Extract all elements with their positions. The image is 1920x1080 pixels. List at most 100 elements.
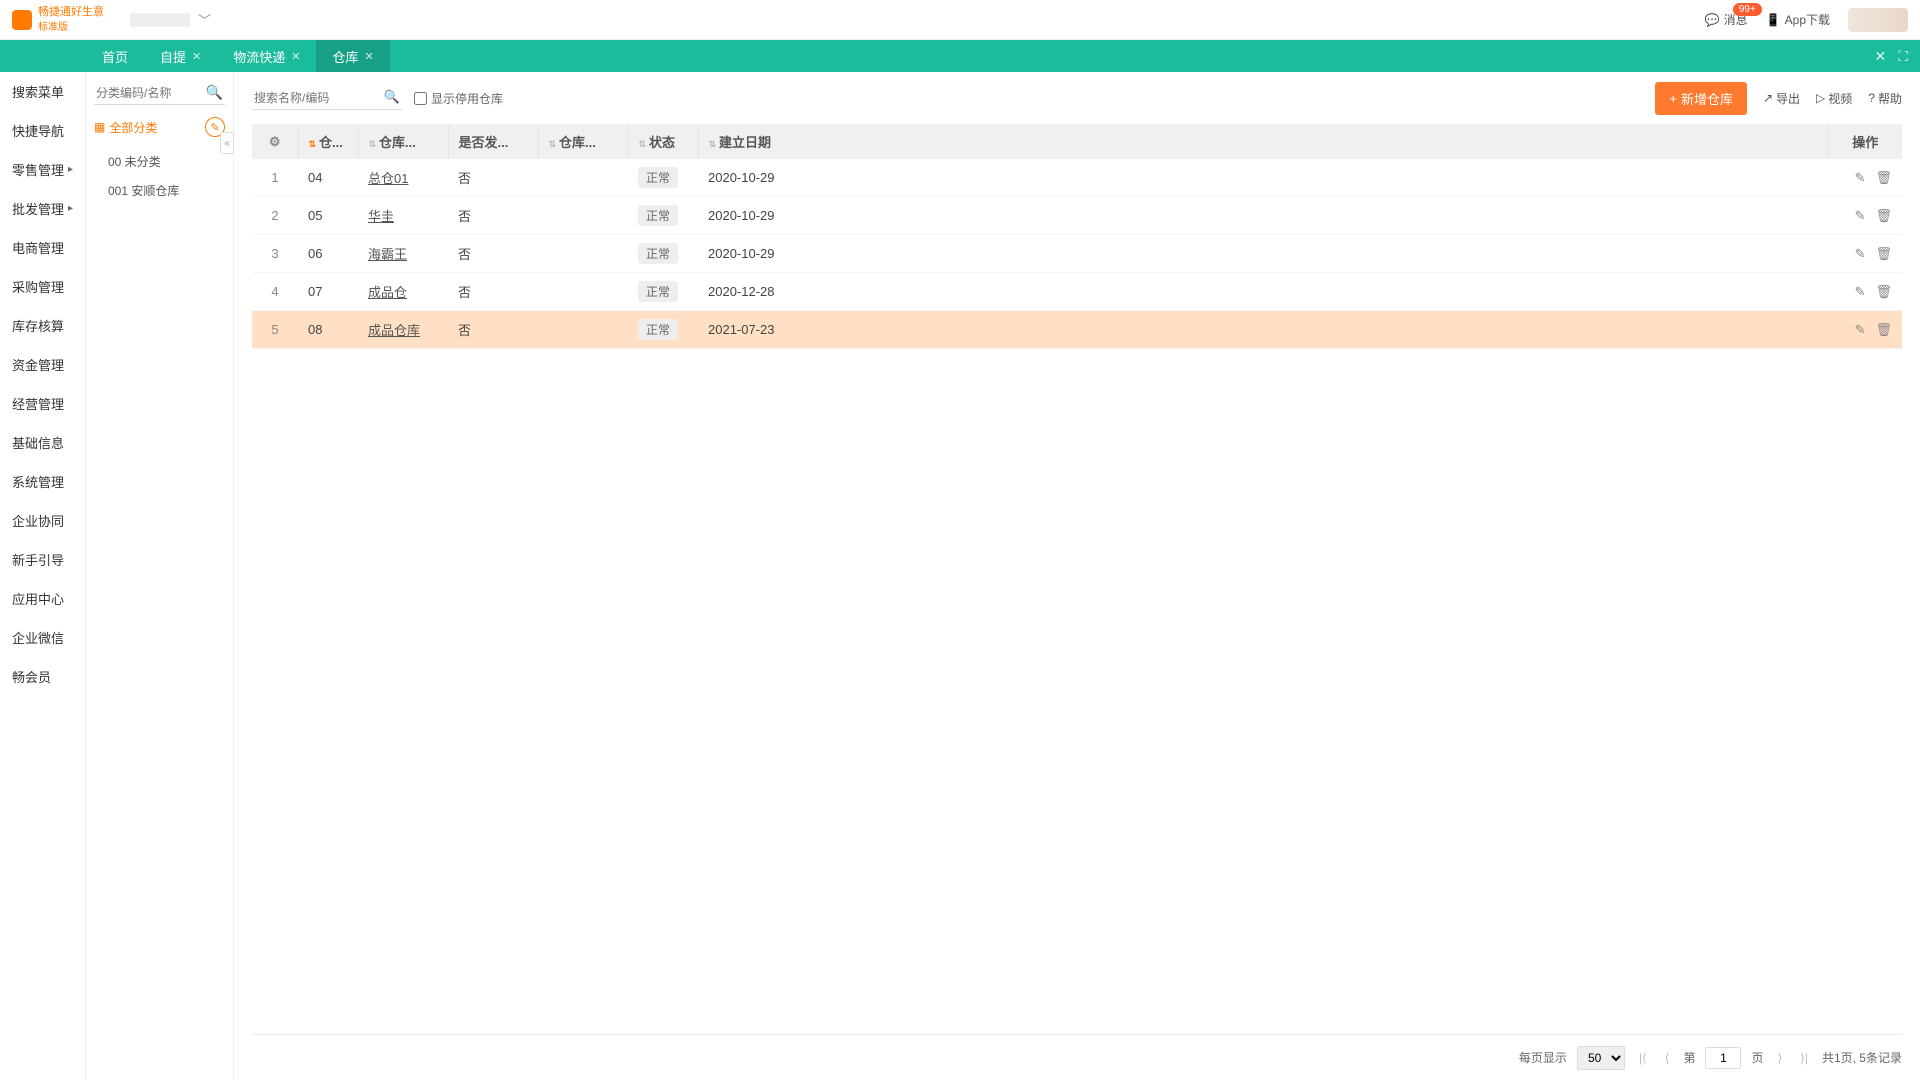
close-icon[interactable]: ✕ <box>365 50 374 63</box>
sort-icon: ⇅ <box>709 139 717 150</box>
sidebar-item-采购管理[interactable]: 采购管理 <box>0 267 85 306</box>
video-button[interactable]: ▷ 视频 <box>1816 90 1852 107</box>
delete-icon[interactable]: 🗑 <box>1875 284 1892 300</box>
cell-index: 5 <box>252 311 298 349</box>
brand-line2: 标准版 <box>38 18 104 33</box>
delete-icon[interactable]: 🗑 <box>1875 170 1892 186</box>
prev-page-button[interactable]: ⟨ <box>1661 1051 1674 1065</box>
warehouse-name-link[interactable]: 成品仓 <box>368 285 407 300</box>
edit-icon[interactable]: ✎ <box>1855 246 1866 262</box>
cell-type <box>538 235 628 273</box>
sidebar-item-label: 资金管理 <box>12 355 64 374</box>
tab-自提[interactable]: 自提✕ <box>144 40 217 72</box>
cell-type <box>538 159 628 197</box>
delete-icon[interactable]: 🗑 <box>1875 322 1892 338</box>
edit-icon[interactable]: ✎ <box>1855 284 1866 300</box>
column-status[interactable]: ⇅状态 <box>628 124 698 159</box>
close-all-tabs-icon[interactable]: ✕ <box>1874 48 1886 65</box>
tab-仓库[interactable]: 仓库✕ <box>316 40 389 72</box>
table-row[interactable]: 104总仓01否正常2020-10-29✎🗑 <box>252 159 1902 197</box>
next-page-button[interactable]: ⟩ <box>1773 1051 1786 1065</box>
table-row[interactable]: 407成品仓否正常2020-12-28✎🗑 <box>252 273 1902 311</box>
sidebar-item-系统管理[interactable]: 系统管理 <box>0 462 85 501</box>
messages-button[interactable]: 💬 消息 99+ <box>1705 11 1748 28</box>
cell-date: 2020-10-29 <box>698 197 1828 235</box>
close-icon[interactable]: ✕ <box>291 50 300 63</box>
sidebar-item-企业协同[interactable]: 企业协同 <box>0 501 85 540</box>
collapse-category-sidebar-button[interactable]: « <box>220 132 234 154</box>
tab-物流快递[interactable]: 物流快递✕ <box>217 40 316 72</box>
table-body: 104总仓01否正常2020-10-29✎🗑205华圭否正常2020-10-29… <box>252 159 1902 349</box>
sidebar-item-库存核算[interactable]: 库存核算 <box>0 306 85 345</box>
status-badge: 正常 <box>638 205 678 226</box>
show-disabled-checkbox-wrap[interactable]: 显示停用仓库 <box>414 90 503 107</box>
show-disabled-checkbox[interactable] <box>414 92 427 105</box>
edit-icon[interactable]: ✎ <box>1855 208 1866 224</box>
sidebar-item-label: 快捷导航 <box>12 121 64 140</box>
sidebar-item-快捷导航[interactable]: 快捷导航 <box>0 111 85 150</box>
sidebar-item-搜索菜单[interactable]: 搜索菜单 <box>0 72 85 111</box>
search-icon[interactable]: 🔍 <box>206 84 223 101</box>
sidebar-item-基础信息[interactable]: 基础信息 <box>0 423 85 462</box>
close-icon[interactable]: ✕ <box>192 50 201 63</box>
search-icon[interactable]: 🔍 <box>384 89 400 105</box>
warehouse-search-input[interactable] <box>252 87 402 110</box>
cell-index: 3 <box>252 235 298 273</box>
warehouse-name-link[interactable]: 海霸王 <box>368 247 407 262</box>
sidebar-item-label: 库存核算 <box>12 316 64 335</box>
header-actions: 💬 消息 99+ 📱 App下载 <box>1705 8 1908 32</box>
sidebar-item-畅会员[interactable]: 畅会员 <box>0 657 85 696</box>
sidebar-item-应用中心[interactable]: 应用中心 <box>0 579 85 618</box>
column-name[interactable]: ⇅仓库... <box>358 124 448 159</box>
show-disabled-label: 显示停用仓库 <box>431 90 503 107</box>
category-item[interactable]: 001 安顺仓库 <box>94 176 225 205</box>
fullscreen-icon[interactable]: ⛶ <box>1898 48 1908 65</box>
cell-ops: ✎🗑 <box>1828 235 1902 273</box>
delete-icon[interactable]: 🗑 <box>1875 208 1892 224</box>
sidebar-item-经营管理[interactable]: 经营管理 <box>0 384 85 423</box>
per-page-select[interactable]: 50 <box>1577 1046 1625 1070</box>
sidebar-item-企业微信[interactable]: 企业微信 <box>0 618 85 657</box>
cell-date: 2021-07-23 <box>698 311 1828 349</box>
column-flag[interactable]: 是否发... <box>448 124 538 159</box>
table-row[interactable]: 306海霸王否正常2020-10-29✎🗑 <box>252 235 1902 273</box>
all-categories-button[interactable]: ▦ 全部分类 <box>94 119 157 136</box>
brand-logo-icon <box>12 10 32 30</box>
sidebar-item-label: 基础信息 <box>12 433 64 452</box>
table-row[interactable]: 508成品仓库否正常2021-07-23✎🗑 <box>252 311 1902 349</box>
warehouse-name-link[interactable]: 华圭 <box>368 209 394 224</box>
first-page-button[interactable]: |⟨ <box>1635 1051 1651 1065</box>
sidebar-item-零售管理[interactable]: 零售管理▸ <box>0 150 85 189</box>
export-button[interactable]: ↗ 导出 <box>1763 90 1800 107</box>
sidebar-item-label: 系统管理 <box>12 472 64 491</box>
sidebar-item-新手引导[interactable]: 新手引导 <box>0 540 85 579</box>
help-button[interactable]: ? 帮助 <box>1868 90 1902 107</box>
edit-icon[interactable]: ✎ <box>1855 322 1866 338</box>
user-avatar[interactable] <box>1848 8 1908 32</box>
cell-flag: 否 <box>448 273 538 311</box>
sidebar-item-批发管理[interactable]: 批发管理▸ <box>0 189 85 228</box>
edit-icon[interactable]: ✎ <box>1855 170 1866 186</box>
app-download-button[interactable]: 📱 App下载 <box>1766 11 1830 28</box>
sidebar-item-电商管理[interactable]: 电商管理 <box>0 228 85 267</box>
warehouse-name-link[interactable]: 总仓01 <box>368 171 408 186</box>
category-item[interactable]: 00 未分类 <box>94 147 225 176</box>
sidebar-item-label: 批发管理 <box>12 199 64 218</box>
cell-code: 08 <box>298 311 358 349</box>
table-row[interactable]: 205华圭否正常2020-10-29✎🗑 <box>252 197 1902 235</box>
last-page-button[interactable]: ⟩| <box>1796 1051 1812 1065</box>
add-warehouse-label: 新增仓库 <box>1681 89 1733 108</box>
sidebar-item-资金管理[interactable]: 资金管理 <box>0 345 85 384</box>
column-settings[interactable]: ⚙ <box>252 124 298 159</box>
company-selector[interactable]: ﹀ <box>130 10 211 29</box>
page-summary: 共1页, 5条记录 <box>1822 1049 1902 1066</box>
tab-首页[interactable]: 首页 <box>86 40 144 72</box>
add-warehouse-button[interactable]: + 新增仓库 <box>1655 82 1747 115</box>
warehouse-name-link[interactable]: 成品仓库 <box>368 323 420 338</box>
delete-icon[interactable]: 🗑 <box>1875 246 1892 262</box>
page-input[interactable] <box>1705 1047 1741 1069</box>
column-code[interactable]: ⇅仓... <box>298 124 358 159</box>
column-ops: 操作 <box>1828 124 1902 159</box>
column-date[interactable]: ⇅建立日期 <box>698 124 1828 159</box>
column-type[interactable]: ⇅仓库... <box>538 124 628 159</box>
